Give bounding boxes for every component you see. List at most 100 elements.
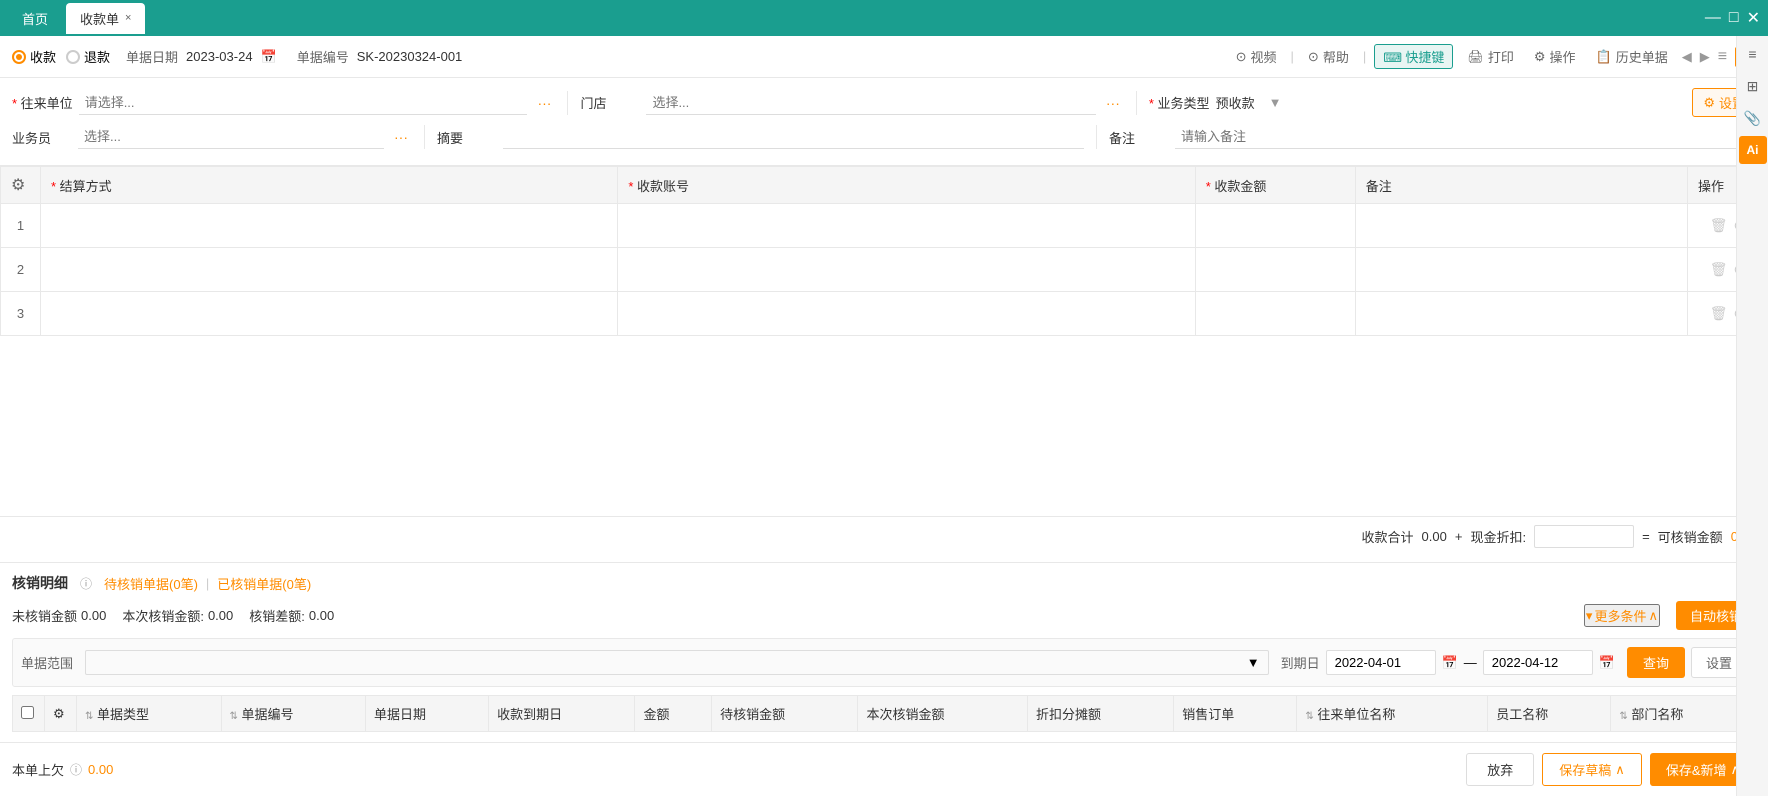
save-draft-btn[interactable]: 保存草稿 ∧ xyxy=(1542,753,1642,786)
form-area: 往来单位 ··· 门店 ··· 业务类型 预收款 ▼ ⚙ 设置 xyxy=(0,78,1768,166)
filter-row: 单据范围 ▼ 到期日 📅 — 📅 查询 设置 xyxy=(12,638,1756,687)
diff-value: 0.00 xyxy=(309,608,334,623)
save-new-label: 保存&新增 xyxy=(1666,760,1727,779)
partner-label: 往来单位 xyxy=(12,93,73,112)
print-btn[interactable]: 🖨 打印 xyxy=(1461,45,1520,68)
current-verify-item: 本次核销金额: 0.00 xyxy=(122,606,233,625)
business-type-arrow[interactable]: ▼ xyxy=(1269,95,1282,110)
partner-more-btn[interactable]: ··· xyxy=(533,95,555,111)
discount-input[interactable] xyxy=(1534,525,1634,548)
discard-btn[interactable]: 放弃 xyxy=(1466,753,1534,786)
verify-title: 核销明细 xyxy=(12,573,68,593)
th-partner-name: ⇅ 往来单位名称 xyxy=(1297,696,1488,732)
divider-1 xyxy=(567,91,568,115)
date-to-input[interactable] xyxy=(1483,650,1593,675)
row-3-settle[interactable] xyxy=(41,292,618,336)
verify-info-icon[interactable]: ⓘ xyxy=(80,575,92,592)
history-btn[interactable]: 📋 历史单据 xyxy=(1590,45,1674,68)
row-1-settle[interactable] xyxy=(41,204,618,248)
divider-2 xyxy=(1136,91,1137,115)
row-1-account[interactable] xyxy=(618,204,1195,248)
partner-input[interactable] xyxy=(79,91,528,115)
gear-icon[interactable]: ⚙ xyxy=(11,177,25,194)
th-col-gear[interactable]: ⚙ xyxy=(45,696,77,732)
staff-more-btn[interactable]: ··· xyxy=(390,129,412,145)
mode-shoukuan-label: 收款 xyxy=(30,47,56,66)
row-1-remark[interactable] xyxy=(1355,204,1687,248)
chevron-up-icon: ∧ xyxy=(1648,608,1658,624)
right-panel-grid-icon[interactable]: ⊞ xyxy=(1739,72,1767,100)
th-dept-name: ⇅ 部门名称 xyxy=(1611,696,1756,732)
row-1-num: 1 xyxy=(1,204,41,248)
summary-input[interactable] xyxy=(503,125,1084,149)
toolbar: 收款 退款 单据日期 2023-03-24 📅 单据编号 SK-20230324… xyxy=(0,36,1768,78)
th-discount: 折扣分摊额 xyxy=(1027,696,1173,732)
right-panel-list-icon[interactable]: ≡ xyxy=(1739,40,1767,68)
radio-tuikuan-icon xyxy=(66,50,80,64)
list-view-icon[interactable]: ≡ xyxy=(1718,48,1727,66)
row-2-settle[interactable] xyxy=(41,248,618,292)
store-more-btn[interactable]: ··· xyxy=(1102,95,1124,111)
staff-input[interactable] xyxy=(78,125,384,149)
remark-input[interactable] xyxy=(1175,125,1756,149)
tab-close-icon[interactable]: × xyxy=(125,12,131,24)
row-3-account[interactable] xyxy=(618,292,1195,336)
tab-bar: 首页 收款单 × — □ ✕ xyxy=(0,0,1768,36)
date-from-input[interactable] xyxy=(1326,650,1436,675)
this-doc-info-icon[interactable]: ⓘ xyxy=(70,761,82,778)
row-2-amount[interactable] xyxy=(1195,248,1355,292)
video-label: 视频 xyxy=(1251,47,1277,66)
table-footer: 收款合计 0.00 + 现金折扣: = 可核销金额 0.00 xyxy=(0,516,1768,556)
th-check[interactable] xyxy=(13,696,45,732)
row-3-amount[interactable] xyxy=(1195,292,1355,336)
row-2-remark[interactable] xyxy=(1355,248,1687,292)
toolbar-right: ⊙ 视频 | ⊙ 帮助 | ⌨ 快捷键 🖨 打印 ⚙ 操作 📋 xyxy=(1230,44,1756,69)
right-panel-ai-icon[interactable]: Ai xyxy=(1739,136,1767,164)
th-gear[interactable]: ⚙ xyxy=(1,167,41,204)
operation-btn[interactable]: ⚙ 操作 xyxy=(1528,45,1582,68)
check-all[interactable] xyxy=(21,706,34,719)
cal-from-icon[interactable]: 📅 xyxy=(1442,655,1458,671)
plus-sign: + xyxy=(1455,529,1463,544)
store-field: 门店 ··· xyxy=(580,91,1123,115)
shortcut-btn[interactable]: ⌨ 快捷键 xyxy=(1374,44,1453,69)
toolbar-left: 收款 退款 单据日期 2023-03-24 📅 单据编号 SK-20230324… xyxy=(12,47,462,66)
row-2-account[interactable] xyxy=(618,248,1195,292)
store-input[interactable] xyxy=(646,91,1095,115)
save-draft-chevron: ∧ xyxy=(1615,762,1625,778)
verify-tab2[interactable]: 已核销单据(0笔) xyxy=(217,574,311,593)
window-maximize-icon[interactable]: □ xyxy=(1729,9,1739,27)
mode-tuikuan[interactable]: 退款 xyxy=(66,47,110,66)
right-panel-attach-icon[interactable]: 📎 xyxy=(1739,104,1767,132)
nav-prev-icon[interactable]: ◀ xyxy=(1682,49,1692,65)
video-btn[interactable]: ⊙ 视频 xyxy=(1230,45,1283,68)
th-account: 收款账号 xyxy=(618,167,1195,204)
row-2-delete-icon[interactable]: 🗑 xyxy=(1710,261,1728,278)
staff-field: 业务员 ··· xyxy=(12,125,412,149)
window-close-icon[interactable]: ✕ xyxy=(1747,8,1760,28)
row-1-delete-icon[interactable]: 🗑 xyxy=(1710,217,1728,234)
form-row-1: 往来单位 ··· 门店 ··· 业务类型 预收款 ▼ ⚙ 设置 xyxy=(12,88,1756,117)
query-btn[interactable]: 查询 xyxy=(1627,647,1685,678)
more-conditions-btn[interactable]: ▾ 更多条件 ∧ xyxy=(1584,604,1660,627)
range-select[interactable]: ▼ xyxy=(85,650,1269,675)
nav-next-icon[interactable]: ▶ xyxy=(1700,49,1710,65)
window-minimize-icon[interactable]: — xyxy=(1705,9,1721,27)
help-btn[interactable]: ⊙ 帮助 xyxy=(1302,45,1355,68)
verify-tab1[interactable]: 待核销单据(0笔) xyxy=(104,574,198,593)
row-2-num: 2 xyxy=(1,248,41,292)
main-table: ⚙ 结算方式 收款账号 收款金额 备注 操作 xyxy=(0,166,1768,336)
tab-home[interactable]: 首页 xyxy=(8,3,62,34)
sum-label: 收款合计 xyxy=(1362,527,1414,546)
tab-active[interactable]: 收款单 × xyxy=(66,3,145,34)
table-row: 1 🗑 ⊕ xyxy=(1,204,1768,248)
cal-to-icon[interactable]: 📅 xyxy=(1599,655,1615,671)
date-calendar-icon[interactable]: 📅 xyxy=(261,49,277,65)
available-label: 可核销金额 xyxy=(1658,527,1723,546)
unchecked-item: 未核销金额 0.00 xyxy=(12,606,106,625)
row-1-amount[interactable] xyxy=(1195,204,1355,248)
help-label: 帮助 xyxy=(1323,47,1349,66)
mode-shoukuan[interactable]: 收款 xyxy=(12,47,56,66)
row-3-delete-icon[interactable]: 🗑 xyxy=(1710,305,1728,322)
row-3-remark[interactable] xyxy=(1355,292,1687,336)
